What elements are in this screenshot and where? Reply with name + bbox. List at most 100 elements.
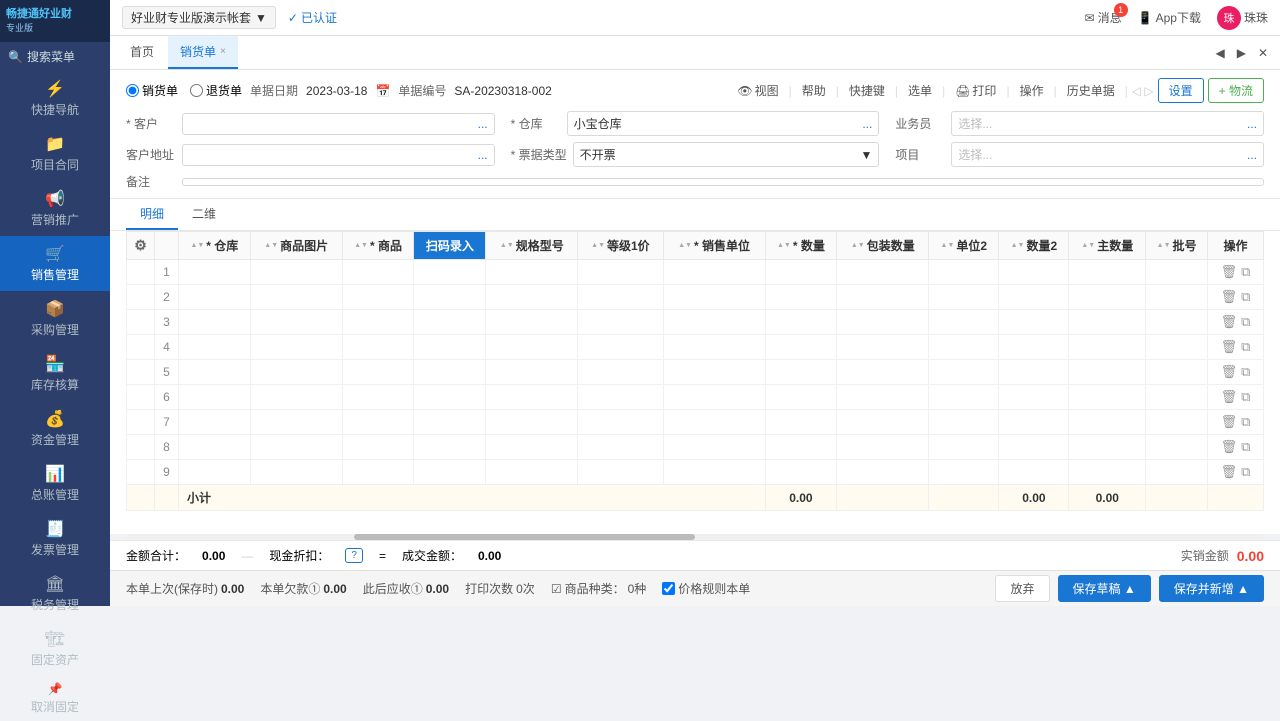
row-warehouse-cell[interactable]	[179, 310, 251, 335]
row-qty2-cell[interactable]	[999, 385, 1069, 410]
row-delete-button[interactable]: 🗑	[1221, 389, 1238, 405]
row-image-cell[interactable]	[250, 460, 342, 485]
sidebar-item-funds[interactable]: 💰 资金管理	[0, 401, 110, 456]
row-delete-button[interactable]: 🗑	[1221, 264, 1238, 280]
address-dots[interactable]: ...	[478, 148, 488, 162]
row-main-qty-cell[interactable]	[1069, 460, 1146, 485]
print-action[interactable]: 🖨 打印	[949, 80, 1002, 101]
sidebar-item-quick-nav[interactable]: ⚡ 快捷导航	[0, 71, 110, 126]
row-delete-button[interactable]: 🗑	[1221, 414, 1238, 430]
row-qty-cell[interactable]	[765, 335, 837, 360]
row-unit2-cell[interactable]	[929, 260, 999, 285]
row-price1-cell[interactable]	[578, 410, 663, 435]
radio-return-input[interactable]	[190, 84, 203, 97]
row-main-qty-cell[interactable]	[1069, 285, 1146, 310]
row-image-cell[interactable]	[250, 310, 342, 335]
row-unit-cell[interactable]	[663, 360, 765, 385]
row-unit-cell[interactable]	[663, 460, 765, 485]
row-warehouse-cell[interactable]	[179, 435, 251, 460]
radio-sales-input[interactable]	[126, 84, 139, 97]
radio-sales[interactable]: 销货单	[126, 82, 178, 99]
row-pack-qty-cell[interactable]	[837, 360, 929, 385]
sidebar-item-project[interactable]: 📁 项目合同	[0, 126, 110, 181]
row-quickinput-cell[interactable]	[414, 385, 486, 410]
project-dots[interactable]: ...	[1247, 148, 1257, 162]
row-price1-cell[interactable]	[578, 310, 663, 335]
row-pack-qty-cell[interactable]	[837, 460, 929, 485]
row-qty2-cell[interactable]	[999, 360, 1069, 385]
row-warehouse-cell[interactable]	[179, 410, 251, 435]
row-spec-cell[interactable]	[486, 435, 578, 460]
company-selector[interactable]: 好业财专业版演示帐套 ▼	[122, 6, 276, 29]
row-main-qty-cell[interactable]	[1069, 335, 1146, 360]
operation-action[interactable]: 操作	[1014, 80, 1050, 101]
row-spec-cell[interactable]	[486, 410, 578, 435]
row-unit-cell[interactable]	[663, 260, 765, 285]
row-image-cell[interactable]	[250, 385, 342, 410]
row-delete-button[interactable]: 🗑	[1221, 339, 1238, 355]
row-batch-cell[interactable]	[1146, 285, 1208, 310]
row-copy-button[interactable]: ⧉	[1241, 364, 1250, 380]
horizontal-scrollbar[interactable]	[126, 534, 1264, 540]
row-delete-button[interactable]: 🗑	[1221, 464, 1238, 480]
row-unit-cell[interactable]	[663, 435, 765, 460]
row-product-cell[interactable]	[342, 435, 414, 460]
row-unit2-cell[interactable]	[929, 310, 999, 335]
row-batch-cell[interactable]	[1146, 335, 1208, 360]
help-action[interactable]: 帮助	[796, 80, 832, 101]
row-copy-button[interactable]: ⧉	[1241, 289, 1250, 305]
row-unit-cell[interactable]	[663, 335, 765, 360]
sidebar-item-accounts[interactable]: 📊 总账管理	[0, 456, 110, 511]
row-qty-cell[interactable]	[765, 385, 837, 410]
row-qty-cell[interactable]	[765, 435, 837, 460]
row-pack-qty-cell[interactable]	[837, 410, 929, 435]
row-batch-cell[interactable]	[1146, 360, 1208, 385]
address-input[interactable]: ...	[182, 144, 495, 166]
row-warehouse-cell[interactable]	[179, 260, 251, 285]
row-price1-cell[interactable]	[578, 385, 663, 410]
tab-prev-button[interactable]: ◀	[1211, 44, 1228, 62]
row-main-qty-cell[interactable]	[1069, 435, 1146, 460]
row-spec-cell[interactable]	[486, 335, 578, 360]
sidebar-item-tax[interactable]: 🏛 税务管理	[0, 566, 110, 621]
row-batch-cell[interactable]	[1146, 460, 1208, 485]
staff-input[interactable]: 选择... ...	[951, 111, 1264, 136]
row-qty2-cell[interactable]	[999, 310, 1069, 335]
row-spec-cell[interactable]	[486, 285, 578, 310]
row-batch-cell[interactable]	[1146, 260, 1208, 285]
row-warehouse-cell[interactable]	[179, 385, 251, 410]
row-quickinput-cell[interactable]	[414, 310, 486, 335]
row-pack-qty-cell[interactable]	[837, 260, 929, 285]
row-main-qty-cell[interactable]	[1069, 260, 1146, 285]
row-image-cell[interactable]	[250, 410, 342, 435]
row-unit-cell[interactable]	[663, 385, 765, 410]
row-qty-cell[interactable]	[765, 460, 837, 485]
row-price1-cell[interactable]	[578, 435, 663, 460]
customer-input[interactable]: ...	[182, 113, 495, 135]
row-spec-cell[interactable]	[486, 310, 578, 335]
sub-tab-2d[interactable]: 二维	[178, 199, 230, 230]
row-image-cell[interactable]	[250, 360, 342, 385]
row-warehouse-cell[interactable]	[179, 360, 251, 385]
price-check-checkbox[interactable]	[662, 582, 675, 595]
customer-dots[interactable]: ...	[478, 117, 488, 131]
row-product-cell[interactable]	[342, 285, 414, 310]
setup-button[interactable]: 设置	[1158, 78, 1204, 103]
row-qty-cell[interactable]	[765, 260, 837, 285]
staff-dots[interactable]: ...	[1247, 117, 1257, 131]
row-product-cell[interactable]	[342, 410, 414, 435]
row-unit2-cell[interactable]	[929, 410, 999, 435]
sidebar-item-purchase[interactable]: 📦 采购管理	[0, 291, 110, 346]
row-product-cell[interactable]	[342, 260, 414, 285]
row-qty2-cell[interactable]	[999, 260, 1069, 285]
row-image-cell[interactable]	[250, 285, 342, 310]
row-image-cell[interactable]	[250, 335, 342, 360]
sidebar-item-inventory[interactable]: 🏪 库存核算	[0, 346, 110, 401]
abandon-button[interactable]: 放弃	[995, 575, 1049, 602]
row-qty2-cell[interactable]	[999, 410, 1069, 435]
row-quickinput-cell[interactable]	[414, 335, 486, 360]
calendar-icon[interactable]: 📅	[375, 84, 390, 98]
row-delete-button[interactable]: 🗑	[1221, 439, 1238, 455]
row-delete-button[interactable]: 🗑	[1221, 364, 1238, 380]
row-quickinput-cell[interactable]	[414, 410, 486, 435]
